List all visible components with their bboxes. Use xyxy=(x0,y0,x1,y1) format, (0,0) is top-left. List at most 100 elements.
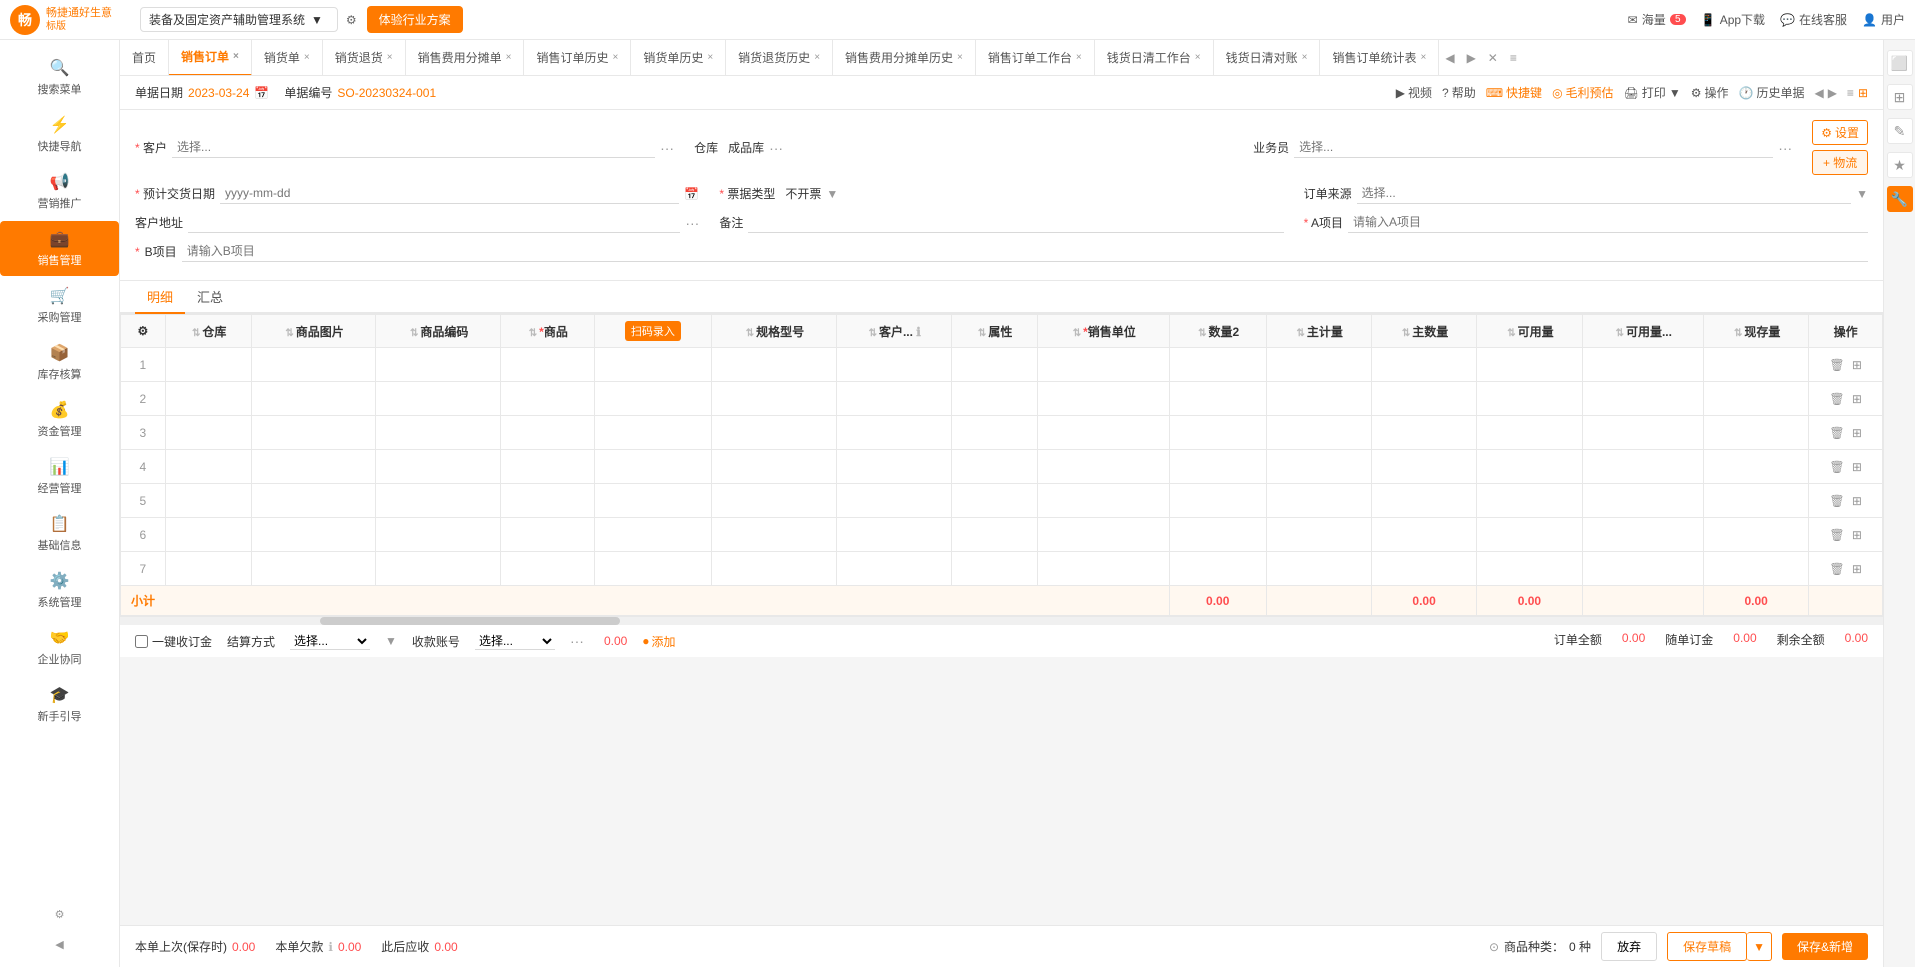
history-btn[interactable]: 🕐 历史单据 xyxy=(1738,84,1804,101)
one-click-checkbox-input[interactable] xyxy=(135,635,148,648)
sidebar-item-enterprise[interactable]: 🤝 企业协同 xyxy=(0,620,119,675)
calendar-icon[interactable]: 📅 xyxy=(254,86,269,100)
row-delete-icon[interactable]: 🗑 xyxy=(1829,392,1844,406)
tab-cash-reconcile[interactable]: 钱货日清对账 × xyxy=(1214,40,1321,76)
sidebar-settings[interactable]: ⚙ xyxy=(49,902,71,927)
actions-btn[interactable]: ⚙ 操作 xyxy=(1691,84,1729,101)
col-qty2[interactable]: ⇅数量2 xyxy=(1169,315,1266,348)
tab-prev-btn[interactable]: ◀ xyxy=(1439,40,1460,76)
salesperson-input[interactable] xyxy=(1294,137,1773,158)
address-dots-btn[interactable]: ··· xyxy=(685,215,699,231)
col-customer-code[interactable]: ⇅客户... ℹ xyxy=(836,315,951,348)
online-service[interactable]: 💬 在线客服 xyxy=(1780,11,1847,28)
row-delete-icon[interactable]: 🗑 xyxy=(1829,426,1844,440)
order-source-dropdown-icon[interactable]: ▼ xyxy=(1856,187,1868,201)
warehouse-dots-btn[interactable]: ··· xyxy=(769,140,783,156)
row-delete-icon[interactable]: 🗑 xyxy=(1829,494,1844,508)
col-unit[interactable]: ⇅*销售单位 xyxy=(1037,315,1169,348)
shortcut-btn[interactable]: ⌨ 快捷键 xyxy=(1486,84,1542,101)
tab-order-history[interactable]: 销售订单历史 × xyxy=(524,40,631,76)
account-dots-btn[interactable]: ··· xyxy=(570,633,584,649)
account-select[interactable]: 选择... xyxy=(475,633,555,650)
row-delete-icon[interactable]: 🗑 xyxy=(1829,562,1844,576)
invoice-dropdown-icon[interactable]: ▼ xyxy=(826,187,838,201)
col-main-unit[interactable]: ⇅主计量 xyxy=(1266,315,1371,348)
save-draft-btn[interactable]: 保存草稿 xyxy=(1667,932,1747,961)
add-payment-btn[interactable]: ● 添加 xyxy=(642,633,675,650)
row-copy-icon[interactable]: ⊞ xyxy=(1852,426,1862,440)
tab-fee-split[interactable]: 销售费用分摊单 × xyxy=(406,40,525,76)
notice-item[interactable]: ✉ 海量 5 xyxy=(1628,11,1686,28)
tab-sales-return[interactable]: 销货单 × xyxy=(252,40,323,76)
sidebar-item-search[interactable]: 🔍 搜索菜单 xyxy=(0,50,119,105)
sidebar-item-finance[interactable]: 💰 资金管理 xyxy=(0,392,119,447)
tab-home[interactable]: 首页 xyxy=(120,40,169,76)
row-copy-icon[interactable]: ⊞ xyxy=(1852,358,1862,372)
layout-list-icon[interactable]: ≡ xyxy=(1847,86,1854,100)
close-tab-fee-history[interactable]: × xyxy=(957,52,963,63)
discard-btn[interactable]: 放弃 xyxy=(1601,932,1657,961)
tab-fee-history[interactable]: 销售费用分摊单历史 × xyxy=(833,40,976,76)
col-available[interactable]: ⇅可用量 xyxy=(1477,315,1582,348)
save-draft-dropdown-btn[interactable]: ▼ xyxy=(1747,932,1772,961)
col-image[interactable]: ⇅商品图片 xyxy=(251,315,376,348)
settlement-select[interactable]: 选择... xyxy=(290,633,370,650)
sidebar-item-marketing[interactable]: 📢 营销推广 xyxy=(0,164,119,219)
address-input[interactable] xyxy=(188,212,680,233)
close-tab-cash-daily[interactable]: × xyxy=(1195,52,1201,63)
tab-return-history[interactable]: 销货单历史 × xyxy=(631,40,726,76)
close-tab-sales-order[interactable]: × xyxy=(233,51,239,62)
col-current[interactable]: ⇅现存量 xyxy=(1704,315,1809,348)
delivery-date-calendar-icon[interactable]: 📅 xyxy=(684,187,699,201)
tab-menu-btn[interactable]: ≡ xyxy=(1504,40,1523,76)
row-copy-icon[interactable]: ⊞ xyxy=(1852,562,1862,576)
close-tab-workbench[interactable]: × xyxy=(1076,52,1082,63)
row-delete-icon[interactable]: 🗑 xyxy=(1829,528,1844,542)
customer-dots-btn[interactable]: ··· xyxy=(660,140,674,156)
col-code[interactable]: ⇅商品编码 xyxy=(376,315,501,348)
sidebar-item-system[interactable]: ⚙️ 系统管理 xyxy=(0,563,119,618)
sidebar-item-quicknav[interactable]: ⚡ 快捷导航 xyxy=(0,107,119,162)
add-goods-button[interactable]: + 物流 xyxy=(1812,150,1868,175)
right-icon-1[interactable]: ⬜ xyxy=(1887,50,1913,76)
app-download[interactable]: 📱 App下载 xyxy=(1701,11,1765,28)
print-btn[interactable]: 🖨 打印 ▼ xyxy=(1624,84,1681,101)
right-icon-4[interactable]: ★ xyxy=(1887,152,1913,178)
profit-btn[interactable]: ◎ 毛利预估 xyxy=(1552,84,1614,101)
view-btn[interactable]: ▶ 视频 xyxy=(1396,84,1432,101)
tab-detail[interactable]: 明细 xyxy=(135,281,185,314)
row-copy-icon[interactable]: ⊞ xyxy=(1852,460,1862,474)
delivery-date-input[interactable] xyxy=(220,183,679,204)
layout-grid-icon[interactable]: ⊞ xyxy=(1858,86,1868,100)
row-copy-icon[interactable]: ⊞ xyxy=(1852,392,1862,406)
row-copy-icon[interactable]: ⊞ xyxy=(1852,528,1862,542)
settings-button[interactable]: ⚙ 设置 xyxy=(1812,120,1868,145)
row-copy-icon[interactable]: ⊞ xyxy=(1852,494,1862,508)
row-delete-icon[interactable]: 🗑 xyxy=(1829,358,1844,372)
customer-input[interactable] xyxy=(172,137,655,158)
user-avatar[interactable]: 👤 用户 xyxy=(1862,11,1905,28)
close-tab-sales-refund[interactable]: × xyxy=(387,52,393,63)
row-delete-icon[interactable]: 🗑 xyxy=(1829,460,1844,474)
scroll-thumb[interactable] xyxy=(320,617,620,625)
sidebar-item-sales[interactable]: 💼 销售管理 xyxy=(0,221,119,276)
sidebar-item-inventory[interactable]: 📦 库存核算 xyxy=(0,335,119,390)
order-source-input[interactable] xyxy=(1357,183,1851,204)
nav-next-icon[interactable]: ▶ xyxy=(1828,86,1837,100)
sidebar-collapse[interactable]: ◀ xyxy=(49,932,69,957)
col-available2[interactable]: ⇅可用量... xyxy=(1582,315,1703,348)
close-tab-fee-split[interactable]: × xyxy=(506,52,512,63)
tab-summary[interactable]: 汇总 xyxy=(185,281,235,314)
system-settings-icon[interactable]: ⚙ xyxy=(346,13,357,27)
tab-sales-refund[interactable]: 销货退货 × xyxy=(323,40,406,76)
remark-input[interactable] xyxy=(748,212,1283,233)
save-new-btn[interactable]: 保存&新增 xyxy=(1782,933,1868,960)
a-project-input[interactable] xyxy=(1348,212,1868,233)
sidebar-item-operation[interactable]: 📊 经营管理 xyxy=(0,449,119,504)
col-scan[interactable]: 扫码录入 xyxy=(594,315,712,348)
sidebar-item-basic[interactable]: 📋 基础信息 xyxy=(0,506,119,561)
sidebar-item-purchase[interactable]: 🛒 采购管理 xyxy=(0,278,119,333)
col-attr[interactable]: ⇅属性 xyxy=(951,315,1037,348)
system-selector[interactable]: 装备及固定资产辅助管理系统 ▼ xyxy=(140,7,338,32)
tab-cash-daily[interactable]: 钱货日清工作台 × xyxy=(1095,40,1214,76)
